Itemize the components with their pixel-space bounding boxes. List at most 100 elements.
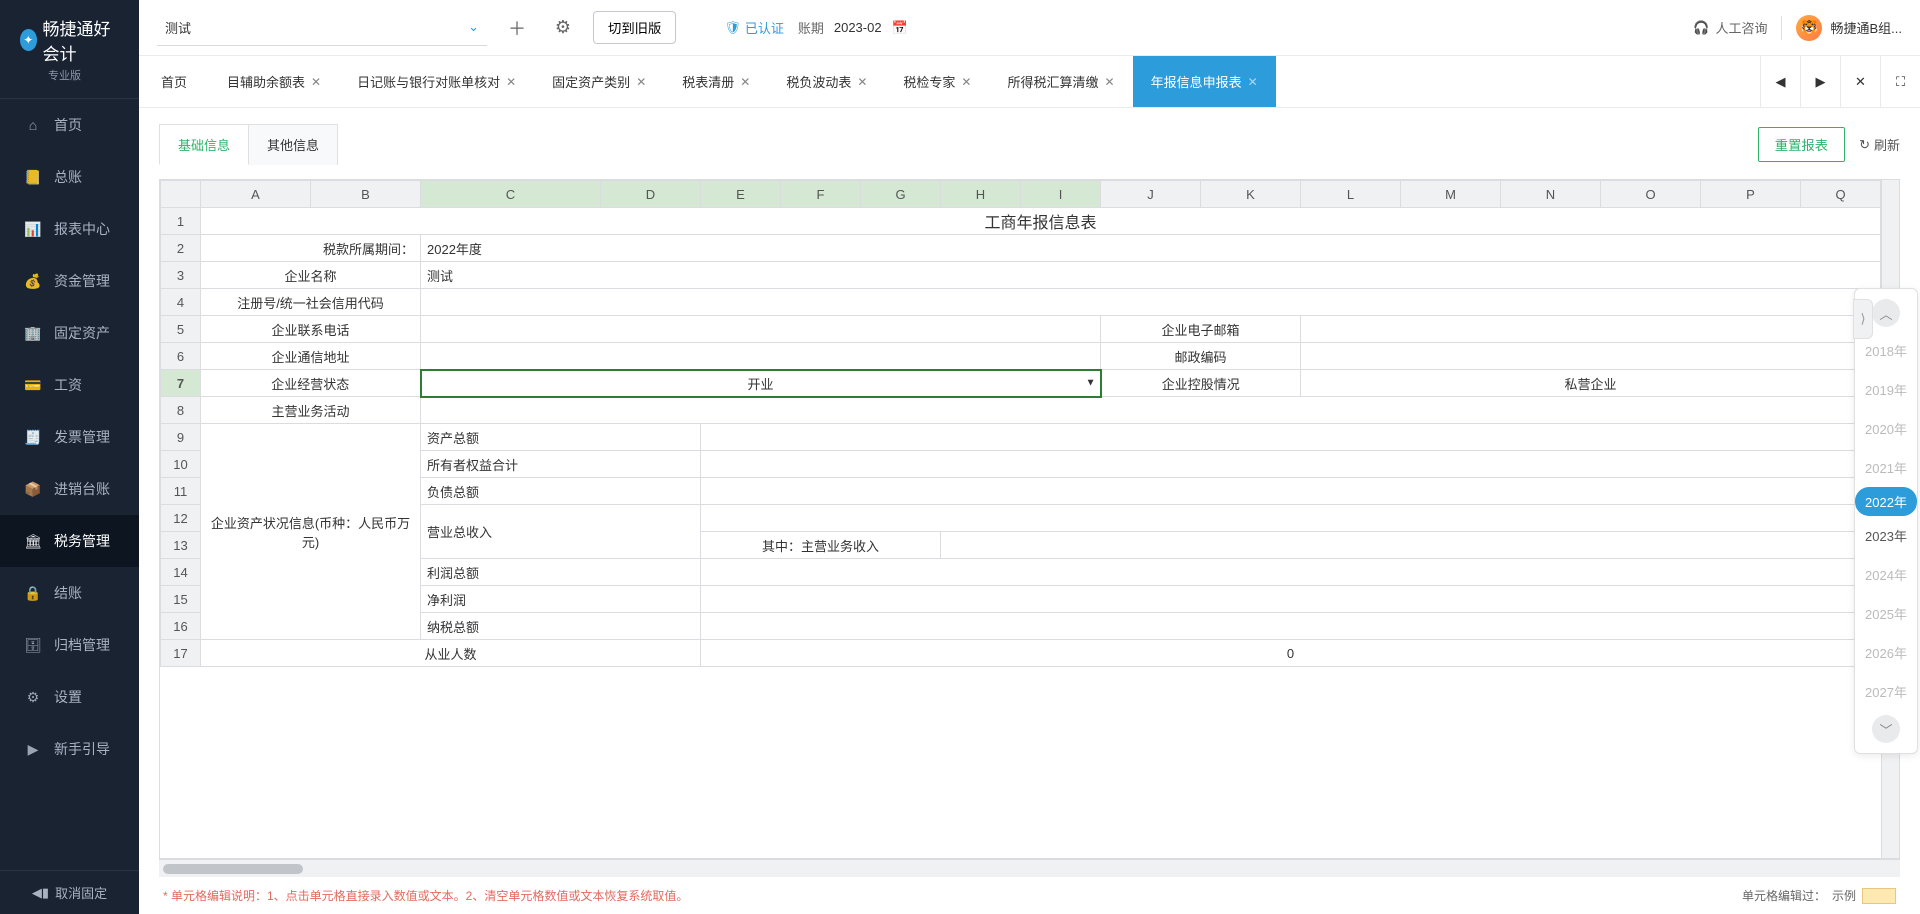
col-header-L[interactable]: L [1301,181,1401,208]
col-header-A[interactable]: A [201,181,311,208]
row-header-3[interactable]: 3 [161,262,201,289]
cell-value[interactable] [701,451,1881,478]
sheet-tab-1[interactable]: 其他信息 [249,124,338,165]
row-header-11[interactable]: 11 [161,478,201,505]
row-header-7[interactable]: 7 [161,370,201,397]
row-header-14[interactable]: 14 [161,559,201,586]
horizontal-scrollbar[interactable] [159,859,1900,877]
row-header-5[interactable]: 5 [161,316,201,343]
cell-value[interactable] [701,424,1881,451]
sidebar-item-4[interactable]: 🏢固定资产 [0,307,139,359]
row-header-1[interactable]: 1 [161,208,201,235]
col-header-H[interactable]: H [941,181,1021,208]
tab-6[interactable]: 所得税汇算清缴 ✕ [989,56,1132,107]
sidebar-item-1[interactable]: 📒总账 [0,151,139,203]
cell-value[interactable] [1301,343,1881,370]
tab-2[interactable]: 固定资产类别 ✕ [534,56,664,107]
col-header-C[interactable]: C [421,181,601,208]
tab-close[interactable]: ✕ [1105,75,1115,89]
sidebar-item-11[interactable]: ⚙设置 [0,671,139,723]
tab-7[interactable]: 年报信息申报表 ✕ [1133,56,1276,107]
col-header-K[interactable]: K [1201,181,1301,208]
sidebar-item-3[interactable]: 💰资金管理 [0,255,139,307]
sidebar-item-7[interactable]: 📦进销台账 [0,463,139,515]
company-select[interactable]: 测试 ⌄ [157,10,487,46]
cell-value[interactable] [701,505,1881,532]
year-item[interactable]: 2025年 [1859,594,1913,633]
cell-value[interactable] [421,289,1881,316]
settings-button[interactable]: ⚙ [547,12,579,44]
sidebar-item-12[interactable]: ▶新手引导 [0,723,139,775]
reset-report-button[interactable]: 重置报表 [1758,127,1845,162]
tab-0[interactable]: 目辅助余额表 ✕ [209,56,339,107]
tab-close[interactable]: ✕ [857,75,867,89]
pin-toggle[interactable]: ◀▮ 取消固定 [0,870,139,914]
dropdown-icon[interactable]: ▼ [1086,378,1096,389]
support-link[interactable]: 🎧 人工咨询 [1693,18,1767,37]
cell-value[interactable] [421,343,1101,370]
tab-close[interactable]: ✕ [636,75,646,89]
year-item[interactable]: 2020年 [1859,409,1913,448]
row-header-13[interactable]: 13 [161,532,201,559]
cell-value[interactable]: 0 [701,640,1881,667]
cell-value[interactable]: 测试 [421,262,1881,289]
tab-home[interactable]: 首页 [139,56,209,107]
year-down[interactable]: ﹀ [1872,715,1900,743]
tab-3[interactable]: 税表清册 ✕ [664,56,768,107]
sidebar-item-0[interactable]: ⌂首页 [0,99,139,151]
tab-close[interactable]: ✕ [311,75,321,89]
tab-close[interactable]: ✕ [1248,75,1258,89]
year-item[interactable]: 2022年 [1855,487,1917,516]
add-button[interactable]: ＋ [501,12,533,44]
sidebar-item-10[interactable]: 🗄归档管理 [0,619,139,671]
tabs-close-all[interactable]: ✕ [1840,56,1880,107]
col-header-I[interactable]: I [1021,181,1101,208]
cell-value[interactable] [1301,316,1881,343]
row-header-16[interactable]: 16 [161,613,201,640]
spreadsheet[interactable]: ABCDEFGHIJKLMNOPQ 1工商年报信息表2税款所属期间：2022年度… [160,180,1881,667]
row-header-6[interactable]: 6 [161,343,201,370]
year-item[interactable]: 2027年 [1859,672,1913,711]
col-header-J[interactable]: J [1101,181,1201,208]
year-item[interactable]: 2026年 [1859,633,1913,672]
year-item[interactable]: 2021年 [1859,448,1913,487]
col-header-O[interactable]: O [1601,181,1701,208]
row-header-15[interactable]: 15 [161,586,201,613]
col-header-M[interactable]: M [1401,181,1501,208]
cell-value[interactable] [701,559,1881,586]
cell-value[interactable]: 2022年度 [421,235,1881,262]
row-header-17[interactable]: 17 [161,640,201,667]
refresh-button[interactable]: ↻ 刷新 [1859,135,1900,154]
tab-close[interactable]: ✕ [961,75,971,89]
col-header-B[interactable]: B [311,181,421,208]
tabs-fullscreen[interactable]: ⛶ [1880,56,1920,107]
row-header-12[interactable]: 12 [161,505,201,532]
cell-value[interactable]: 私营企业 [1301,370,1881,397]
col-header-Q[interactable]: Q [1801,181,1881,208]
year-item[interactable]: 2019年 [1859,370,1913,409]
col-header-E[interactable]: E [701,181,781,208]
year-item[interactable]: 2024年 [1859,555,1913,594]
year-up[interactable]: ︿ [1872,299,1900,327]
tab-5[interactable]: 税检专家 ✕ [885,56,989,107]
row-header-2[interactable]: 2 [161,235,201,262]
col-header-D[interactable]: D [601,181,701,208]
row-header-9[interactable]: 9 [161,424,201,451]
select-all-corner[interactable] [161,181,201,208]
tab-close[interactable]: ✕ [740,75,750,89]
collapse-year-picker[interactable]: ⟩ [1853,299,1873,339]
tabs-next[interactable]: ▶ [1800,56,1840,107]
cell-business-status[interactable]: 开业▼ [421,370,1101,397]
user-menu[interactable]: 🐯 畅捷通B组... [1796,15,1902,41]
switch-old-button[interactable]: 切到旧版 [593,11,676,44]
cell-value[interactable] [941,532,1881,559]
row-header-10[interactable]: 10 [161,451,201,478]
cell-value[interactable] [421,397,1881,424]
cell-value[interactable] [701,586,1881,613]
tabs-prev[interactable]: ◀ [1760,56,1800,107]
col-header-F[interactable]: F [781,181,861,208]
cell-value[interactable] [421,316,1101,343]
tab-close[interactable]: ✕ [506,75,516,89]
col-header-N[interactable]: N [1501,181,1601,208]
sidebar-item-8[interactable]: 🏛税务管理 [0,515,139,567]
